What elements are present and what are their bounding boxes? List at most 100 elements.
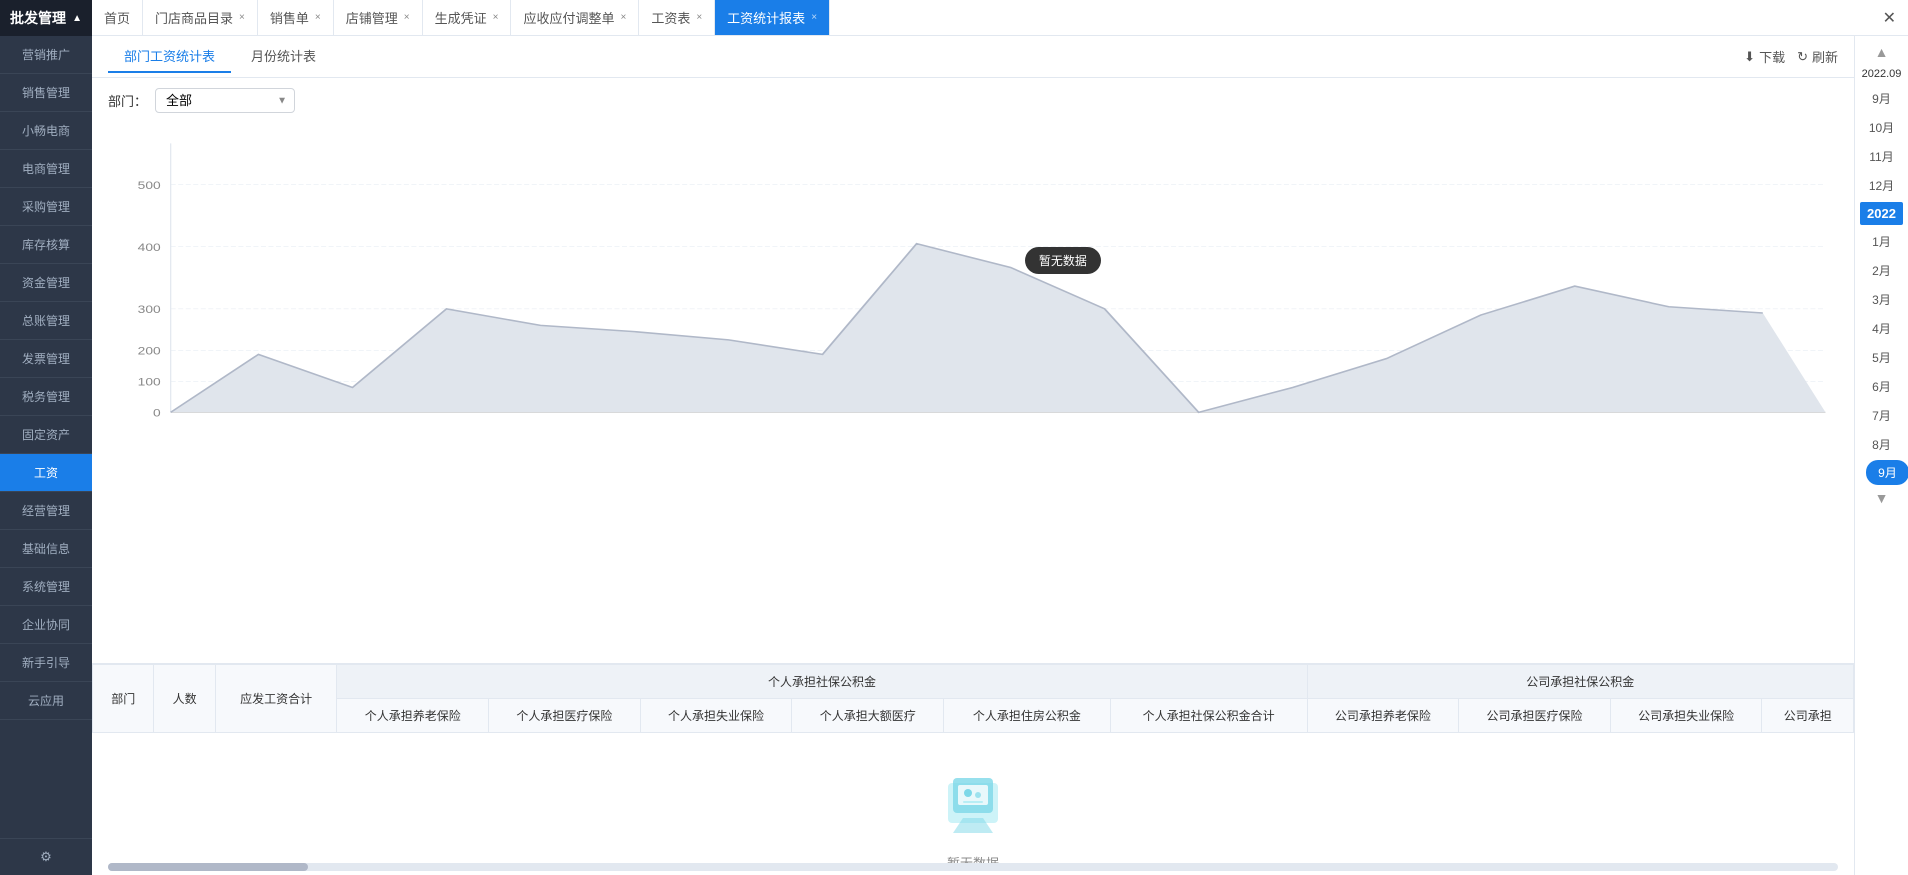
- sidebar-item-yxtt[interactable]: 营销推广: [0, 36, 92, 74]
- download-label: 下载: [1759, 47, 1785, 66]
- tab-salary_stat[interactable]: 工资统计报表×: [715, 0, 830, 36]
- sidebar-item-dsgl[interactable]: 电商管理: [0, 150, 92, 188]
- sidebar-item-xtgl[interactable]: 系统管理: [0, 568, 92, 606]
- sidebar-item-xsyd[interactable]: 新手引导: [0, 644, 92, 682]
- chart-svg: 500 400 300 200 100 0: [108, 133, 1838, 433]
- page-content: 部门工资统计表 月份统计表 ⬇ 下载 ↻ 刷新 部门：: [92, 36, 1854, 875]
- col-group-personal: 个人承担社保公积金: [337, 665, 1307, 699]
- right-calendar: ▲ 2022.099月10月11月12月20221月2月3月4月5月6月7月8月…: [1854, 36, 1908, 875]
- cal-nav-up[interactable]: ▲: [1871, 40, 1893, 64]
- refresh-button[interactable]: ↻ 刷新: [1797, 47, 1838, 66]
- cal-nav-down[interactable]: ▼: [1871, 486, 1893, 510]
- sidebar-item-yyy[interactable]: 云应用: [0, 682, 92, 720]
- tab-close-ar_ap[interactable]: ×: [620, 12, 626, 23]
- col-personal-medical: 个人承担医疗保险: [489, 699, 641, 733]
- chart-area: 500 400 300 200 100 0 暂无数据: [92, 123, 1854, 663]
- svg-text:100: 100: [138, 376, 161, 389]
- tab-label-home: 首页: [104, 8, 130, 27]
- tab-close-store_catalog[interactable]: ×: [239, 12, 245, 23]
- cal-month-2022-11[interactable]: 11月: [1860, 142, 1904, 171]
- tab-salary_table[interactable]: 工资表 ×: [639, 0, 715, 36]
- col-headcount: 人数: [154, 665, 215, 733]
- main-area: 首页门店商品目录×销售单×店铺管理×生成凭证×应收应付调整单×工资表×工资统计报…: [92, 0, 1908, 875]
- sidebar-item-zzgl[interactable]: 总账管理: [0, 302, 92, 340]
- tab-label-sales_order: 销售单: [270, 8, 309, 27]
- download-icon: ⬇: [1744, 49, 1755, 65]
- tab-close-gen_voucher[interactable]: ×: [493, 12, 499, 23]
- sidebar-item-zjgl[interactable]: 资金管理: [0, 264, 92, 302]
- svg-text:400: 400: [138, 241, 161, 254]
- tab-ar_ap[interactable]: 应收应付调整单 ×: [511, 0, 639, 36]
- sidebar-item-jcxx[interactable]: 基础信息: [0, 530, 92, 568]
- gear-icon: ⚙: [40, 849, 52, 864]
- cal-month-2023-01[interactable]: 1月: [1860, 227, 1904, 256]
- sidebar-collapse-icon: ▲: [72, 13, 82, 24]
- sidebar-header[interactable]: 批发管理 ▲: [0, 0, 92, 36]
- table-area: 部门 人数 应发工资合计 个人承担社保公积金 公司承担社保公积金 个人承担养老保…: [92, 663, 1854, 863]
- cal-month-2022-12[interactable]: 12月: [1860, 171, 1904, 200]
- col-personal-unemployment: 个人承担失业保险: [640, 699, 792, 733]
- tab-label-salary_table: 工资表: [651, 8, 690, 27]
- tab-bar-close-button[interactable]: ✕: [1871, 0, 1908, 36]
- cal-month-2023-02[interactable]: 2月: [1860, 256, 1904, 285]
- tab-close-sales_order[interactable]: ×: [315, 12, 321, 23]
- col-company-other: 公司承担: [1762, 699, 1854, 733]
- horizontal-scrollbar[interactable]: [108, 863, 1838, 871]
- tab-dept-salary[interactable]: 部门工资统计表: [108, 40, 231, 73]
- sidebar-item-xsgl[interactable]: 销售管理: [0, 74, 92, 112]
- col-company-unemployment: 公司承担失业保险: [1610, 699, 1762, 733]
- cal-month-2023-09[interactable]: 9月: [1866, 460, 1908, 485]
- dept-filter-label: 部门：: [108, 91, 147, 110]
- tab-close-salary_stat[interactable]: ×: [811, 12, 817, 23]
- col-personal-housing: 个人承担住房公积金: [944, 699, 1111, 733]
- empty-state: 暂无数据: [92, 733, 1854, 863]
- cal-month-2023-07[interactable]: 7月: [1860, 401, 1904, 430]
- scrollbar-thumb[interactable]: [108, 863, 308, 871]
- col-personal-pension: 个人承担养老保险: [337, 699, 489, 733]
- chart-container: 500 400 300 200 100 0 暂无数据: [108, 133, 1838, 433]
- refresh-icon: ↻: [1797, 49, 1808, 65]
- sidebar-item-xydgs[interactable]: 小畅电商: [0, 112, 92, 150]
- sub-tabs-bar: 部门工资统计表 月份统计表 ⬇ 下载 ↻ 刷新: [92, 36, 1854, 78]
- cal-month-2022-09[interactable]: 9月: [1860, 84, 1904, 113]
- tab-close-salary_table[interactable]: ×: [696, 12, 702, 23]
- tab-store_catalog[interactable]: 门店商品目录×: [143, 0, 258, 36]
- content-area: 部门工资统计表 月份统计表 ⬇ 下载 ↻ 刷新 部门：: [92, 36, 1908, 875]
- col-company-medical: 公司承担医疗保险: [1459, 699, 1611, 733]
- cal-month-2022-10[interactable]: 10月: [1860, 113, 1904, 142]
- sidebar-item-kchs[interactable]: 库存核算: [0, 226, 92, 264]
- dept-filter-wrapper: 全部 销售部 采购部 财务部 人事部 ▼: [155, 88, 295, 113]
- sidebar-item-gdzc[interactable]: 固定资产: [0, 416, 92, 454]
- dept-filter-select[interactable]: 全部 销售部 采购部 财务部 人事部: [155, 88, 295, 113]
- cal-year-label-2022[interactable]: 2022: [1860, 202, 1904, 225]
- sidebar-item-qyxt[interactable]: 企业协同: [0, 606, 92, 644]
- sidebar-item-gz[interactable]: 工资: [0, 454, 92, 492]
- tab-month-stat[interactable]: 月份统计表: [235, 40, 332, 73]
- sidebar-item-fpgl[interactable]: 发票管理: [0, 340, 92, 378]
- tab-store_mgmt[interactable]: 店铺管理×: [334, 0, 423, 36]
- col-total-salary: 应发工资合计: [215, 665, 337, 733]
- col-personal-total: 个人承担社保公积金合计: [1110, 699, 1307, 733]
- download-button[interactable]: ⬇ 下载: [1744, 47, 1785, 66]
- cal-month-2023-08[interactable]: 8月: [1860, 430, 1904, 459]
- cal-month-2023-03[interactable]: 3月: [1860, 285, 1904, 314]
- cal-month-2023-06[interactable]: 6月: [1860, 372, 1904, 401]
- cal-month-2023-04[interactable]: 4月: [1860, 314, 1904, 343]
- sidebar-item-swgl[interactable]: 税务管理: [0, 378, 92, 416]
- settings-button[interactable]: ⚙: [0, 838, 92, 875]
- col-dept: 部门: [93, 665, 154, 733]
- tab-label-ar_ap: 应收应付调整单: [523, 8, 614, 27]
- tab-gen_voucher[interactable]: 生成凭证 ×: [423, 0, 512, 36]
- cal-year-2022: 2022.09: [1860, 64, 1904, 84]
- col-personal-major-medical: 个人承担大额医疗: [792, 699, 944, 733]
- tab-bar: 首页门店商品目录×销售单×店铺管理×生成凭证×应收应付调整单×工资表×工资统计报…: [92, 0, 1908, 36]
- cal-month-2023-05[interactable]: 5月: [1860, 343, 1904, 372]
- tab-label-gen_voucher: 生成凭证: [435, 8, 487, 27]
- col-group-company: 公司承担社保公积金: [1307, 665, 1854, 699]
- tab-sales_order[interactable]: 销售单 ×: [258, 0, 334, 36]
- sidebar-item-cggl[interactable]: 采购管理: [0, 188, 92, 226]
- sidebar-item-jygl[interactable]: 经营管理: [0, 492, 92, 530]
- tab-home[interactable]: 首页: [92, 0, 143, 36]
- col-company-pension: 公司承担养老保险: [1307, 699, 1459, 733]
- tab-close-store_mgmt[interactable]: ×: [404, 12, 410, 23]
